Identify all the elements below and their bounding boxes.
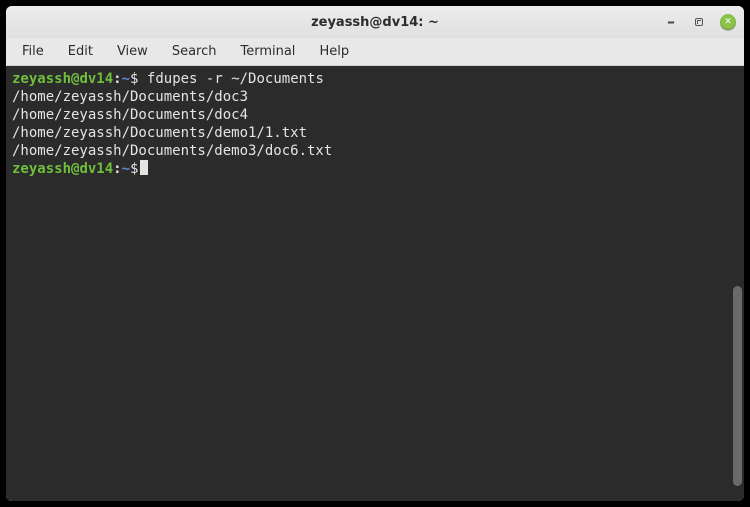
prompt-path: ~: [122, 71, 130, 87]
scrollbar-thumb[interactable]: [733, 286, 742, 486]
prompt-colon: :: [113, 161, 121, 177]
prompt-colon: :: [113, 71, 121, 87]
cursor: [140, 160, 148, 175]
menu-search[interactable]: Search: [162, 41, 227, 62]
close-button[interactable]: [720, 14, 736, 30]
prompt-user: zeyassh: [12, 71, 71, 87]
prompt-symbol: $: [130, 161, 138, 177]
menu-terminal[interactable]: Terminal: [230, 41, 305, 62]
terminal-window: zeyassh@dv14: ~ File Edit View Search Te…: [6, 6, 744, 501]
terminal-viewport[interactable]: zeyassh@dv14:~$ fdupes -r ~/Documents /h…: [6, 66, 744, 501]
prompt-host: dv14: [79, 161, 113, 177]
prompt-path: ~: [122, 161, 130, 177]
menu-view[interactable]: View: [107, 41, 158, 62]
titlebar: zeyassh@dv14: ~: [6, 6, 744, 38]
menu-edit[interactable]: Edit: [58, 41, 103, 62]
menu-file[interactable]: File: [12, 41, 54, 62]
output-line: /home/zeyassh/Documents/doc3: [12, 88, 738, 106]
prompt-line-2: zeyassh@dv14:~$: [12, 160, 738, 178]
window-title: zeyassh@dv14: ~: [311, 15, 439, 30]
window-controls: [664, 6, 736, 38]
maximize-button[interactable]: [692, 15, 706, 29]
output-line: /home/zeyassh/Documents/demo3/doc6.txt: [12, 142, 738, 160]
output-line: /home/zeyassh/Documents/doc4: [12, 106, 738, 124]
menubar: File Edit View Search Terminal Help: [6, 38, 744, 66]
output-line: /home/zeyassh/Documents/demo1/1.txt: [12, 124, 738, 142]
minimize-button[interactable]: [664, 15, 678, 29]
prompt-host: dv14: [79, 71, 113, 87]
menu-help[interactable]: Help: [309, 41, 359, 62]
prompt-line-1: zeyassh@dv14:~$ fdupes -r ~/Documents: [12, 70, 738, 88]
command-text: fdupes -r ~/Documents: [138, 71, 323, 87]
prompt-user: zeyassh: [12, 161, 71, 177]
